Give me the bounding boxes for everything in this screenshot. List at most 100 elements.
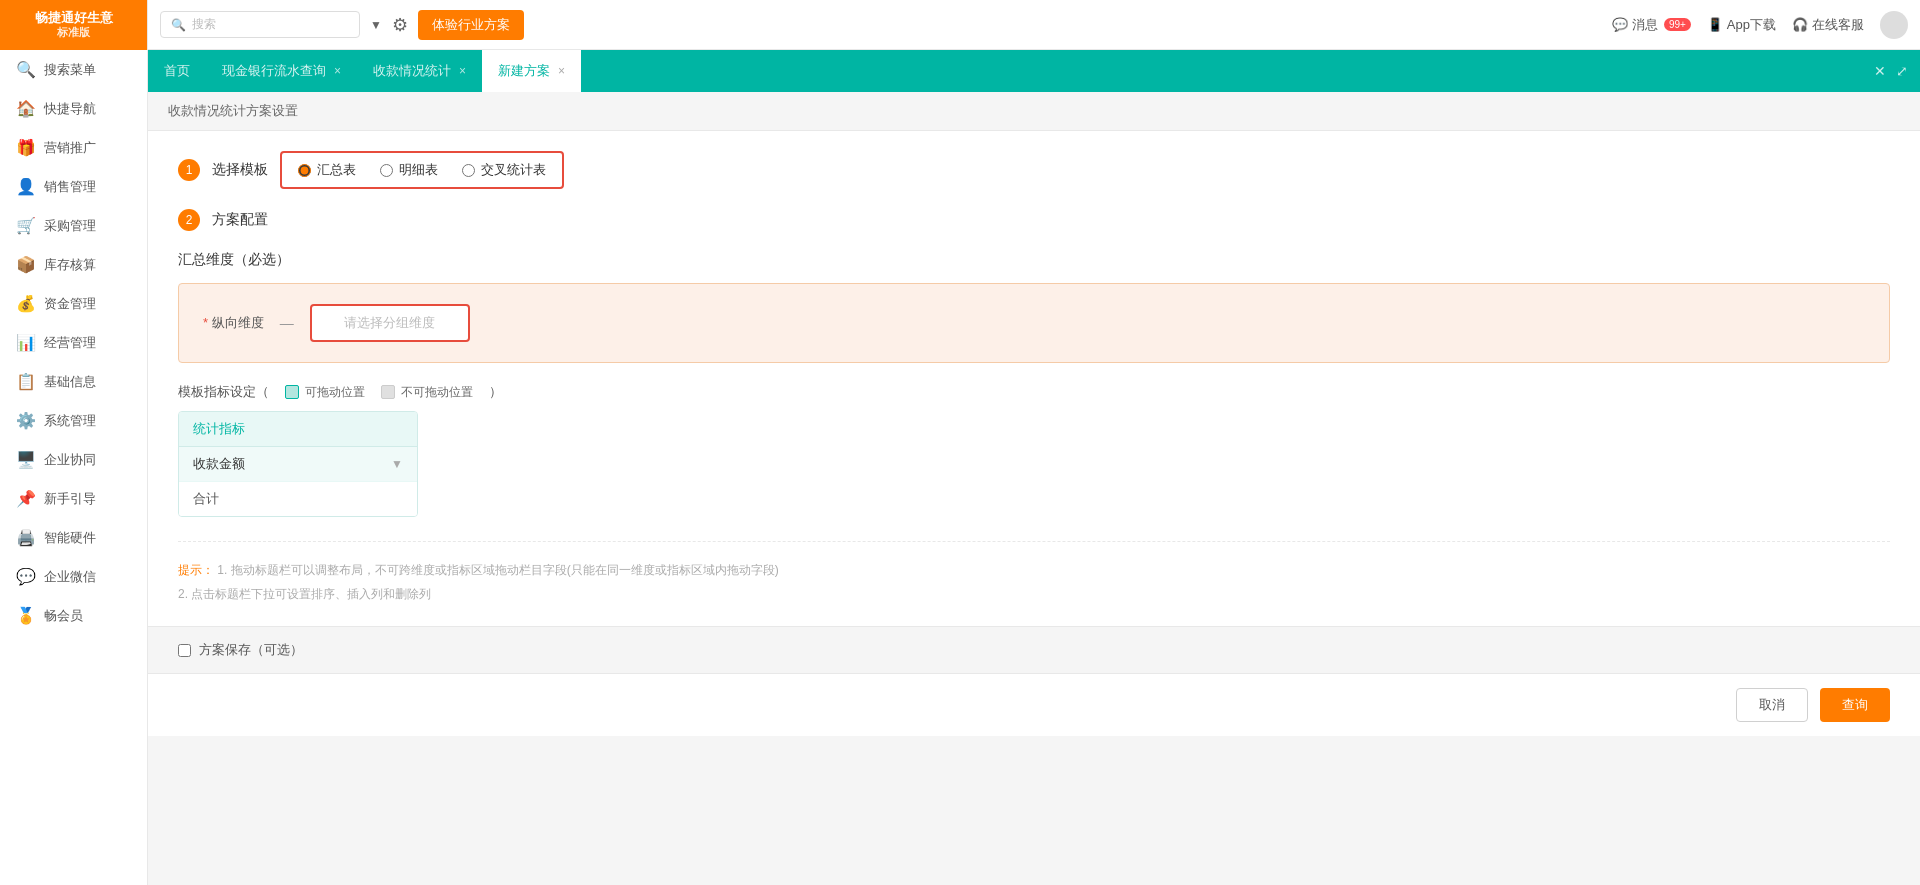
dimension-required-label: * 纵向维度 (203, 314, 264, 332)
form-section: 1 选择模板 汇总表 明细表 交叉统计表 (148, 131, 1920, 626)
cart-icon: 🛒 (16, 216, 36, 235)
medal-icon: 🏅 (16, 606, 36, 625)
sidebar-item-system[interactable]: ⚙️ 系统管理 (0, 401, 147, 440)
indicator-settings-title: 模板指标设定（ 可拖动位置 不可拖动位置 ） (178, 383, 1890, 401)
clipboard-icon: 📋 (16, 372, 36, 391)
sidebar-item-label: 资金管理 (44, 295, 96, 313)
sidebar-item-label: 基础信息 (44, 373, 96, 391)
tab-new-plan-label: 新建方案 (498, 62, 550, 80)
draggable-label: 可拖动位置 (305, 384, 365, 401)
template-summary[interactable]: 汇总表 (298, 161, 356, 179)
indicator-sub-label: 合计 (193, 491, 219, 506)
sidebar-item-search-menu[interactable]: 🔍 搜索菜单 (0, 50, 147, 89)
chevron-down-icon[interactable]: ▼ (391, 457, 403, 471)
dimension-section-title: 汇总维度（必选） (178, 251, 1890, 269)
sidebar-item-sales[interactable]: 👤 销售管理 (0, 167, 147, 206)
dimension-row: * 纵向维度 — 请选择分组维度 (203, 304, 1865, 342)
template-summary-radio[interactable] (298, 164, 311, 177)
sidebar-item-label: 搜索菜单 (44, 61, 96, 79)
template-cross[interactable]: 交叉统计表 (462, 161, 546, 179)
messages-label: 消息 (1632, 16, 1658, 34)
dimension-arrow: — (280, 315, 294, 331)
user-avatar[interactable] (1880, 11, 1908, 39)
step2-label: 方案配置 (212, 211, 268, 229)
close-window-icon[interactable]: ✕ (1874, 63, 1886, 79)
template-detail-radio[interactable] (380, 164, 393, 177)
sidebar-item-label: 企业微信 (44, 568, 96, 586)
sidebar-item-operation[interactable]: 📊 经营管理 (0, 323, 147, 362)
template-cross-radio[interactable] (462, 164, 475, 177)
template-detail[interactable]: 明细表 (380, 161, 438, 179)
messages-action[interactable]: 💬 消息 99+ (1612, 16, 1691, 34)
main-area: 🔍 搜索 ▼ ⚙ 体验行业方案 💬 消息 99+ 📱 App下载 🎧 在线客服 (148, 0, 1920, 885)
sidebar-item-label: 经营管理 (44, 334, 96, 352)
save-plan-label[interactable]: 方案保存（可选） (199, 641, 303, 659)
query-button[interactable]: 查询 (1820, 688, 1890, 722)
chat-icon: 💬 (16, 567, 36, 586)
sidebar-item-wechat[interactable]: 💬 企业微信 (0, 557, 147, 596)
save-option-row: 方案保存（可选） (148, 626, 1920, 673)
tab-home[interactable]: 首页 (148, 50, 206, 92)
sidebar-item-label: 新手引导 (44, 490, 96, 508)
template-detail-label: 明细表 (399, 161, 438, 179)
sidebar-item-label: 畅会员 (44, 607, 83, 625)
template-options: 汇总表 明细表 交叉统计表 (280, 151, 564, 189)
tab-new-plan-close[interactable]: × (558, 64, 565, 78)
tip1: 提示： 1. 拖动标题栏可以调整布局，不可跨维度或指标区域拖动栏目字段(只能在同… (178, 558, 1890, 582)
tab-bank-flow-close[interactable]: × (334, 64, 341, 78)
gear-icon[interactable]: ⚙ (392, 14, 408, 36)
box-icon: 📦 (16, 255, 36, 274)
download-icon: 📱 (1707, 17, 1723, 32)
settings-icon: ⚙️ (16, 411, 36, 430)
page-content: 收款情况统计方案设置 1 选择模板 汇总表 明细表 (148, 92, 1920, 885)
sidebar-item-guide[interactable]: 📌 新手引导 (0, 479, 147, 518)
maximize-icon[interactable]: ⤢ (1896, 63, 1908, 79)
indicator-title-text: 模板指标设定（ (178, 383, 269, 401)
footer-bar: 取消 查询 (148, 673, 1920, 736)
sidebar-item-label: 智能硬件 (44, 529, 96, 547)
service-action[interactable]: 🎧 在线客服 (1792, 16, 1864, 34)
industry-btn[interactable]: 体验行业方案 (418, 10, 524, 40)
tab-bank-flow-label: 现金银行流水查询 (222, 62, 326, 80)
sidebar-item-smart-hw[interactable]: 🖨️ 智能硬件 (0, 518, 147, 557)
tab-receipts-stats-close[interactable]: × (459, 64, 466, 78)
save-plan-checkbox[interactable] (178, 644, 191, 657)
sidebar-item-capital[interactable]: 💰 资金管理 (0, 284, 147, 323)
service-icon: 🎧 (1792, 17, 1808, 32)
sidebar-item-purchase[interactable]: 🛒 采购管理 (0, 206, 147, 245)
indicator-table-row[interactable]: 收款金额 ▼ (179, 447, 417, 482)
indicator-sub-row: 合计 (179, 482, 417, 516)
cancel-button[interactable]: 取消 (1736, 688, 1808, 722)
step1-badge: 1 (178, 159, 200, 181)
sidebar-item-label: 系统管理 (44, 412, 96, 430)
dimension-select[interactable]: 请选择分组维度 (310, 304, 470, 342)
dropdown-icon[interactable]: ▼ (370, 18, 382, 32)
sidebar-item-marketing[interactable]: 🎁 营销推广 (0, 128, 147, 167)
dimension-label-text: 纵向维度 (212, 315, 264, 330)
topbar-search-box[interactable]: 🔍 搜索 (160, 11, 360, 38)
tab-bank-flow[interactable]: 现金银行流水查询 × (206, 50, 357, 92)
template-cross-label: 交叉统计表 (481, 161, 546, 179)
topbar: 🔍 搜索 ▼ ⚙ 体验行业方案 💬 消息 99+ 📱 App下载 🎧 在线客服 (148, 0, 1920, 50)
tab-receipts-stats[interactable]: 收款情况统计 × (357, 50, 482, 92)
brand-logo: 畅捷通好生意 标准版 (0, 0, 147, 50)
sidebar-item-member[interactable]: 🏅 畅会员 (0, 596, 147, 635)
money-icon: 💰 (16, 294, 36, 313)
sidebar-item-inventory[interactable]: 📦 库存核算 (0, 245, 147, 284)
sidebar-item-quick-nav[interactable]: 🏠 快捷导航 (0, 89, 147, 128)
brand-version: 标准版 (57, 25, 90, 40)
message-icon: 💬 (1612, 17, 1628, 32)
tip2-text: 2. 点击标题栏下拉可设置排序、插入列和删除列 (178, 587, 431, 601)
tip1-text: 1. 拖动标题栏可以调整布局，不可跨维度或指标区域拖动栏目字段(只能在同一维度或… (217, 563, 778, 577)
step1-label: 选择模板 (212, 161, 268, 179)
legend-fixed: 不可拖动位置 (381, 384, 473, 401)
legend-draggable: 可拖动位置 (285, 384, 365, 401)
tab-receipts-stats-label: 收款情况统计 (373, 62, 451, 80)
download-action[interactable]: 📱 App下载 (1707, 16, 1776, 34)
template-summary-label: 汇总表 (317, 161, 356, 179)
sidebar-item-basic-info[interactable]: 📋 基础信息 (0, 362, 147, 401)
sidebar-item-enterprise[interactable]: 🖥️ 企业协同 (0, 440, 147, 479)
tab-new-plan[interactable]: 新建方案 × (482, 50, 581, 92)
printer-icon: 🖨️ (16, 528, 36, 547)
pin-icon: 📌 (16, 489, 36, 508)
